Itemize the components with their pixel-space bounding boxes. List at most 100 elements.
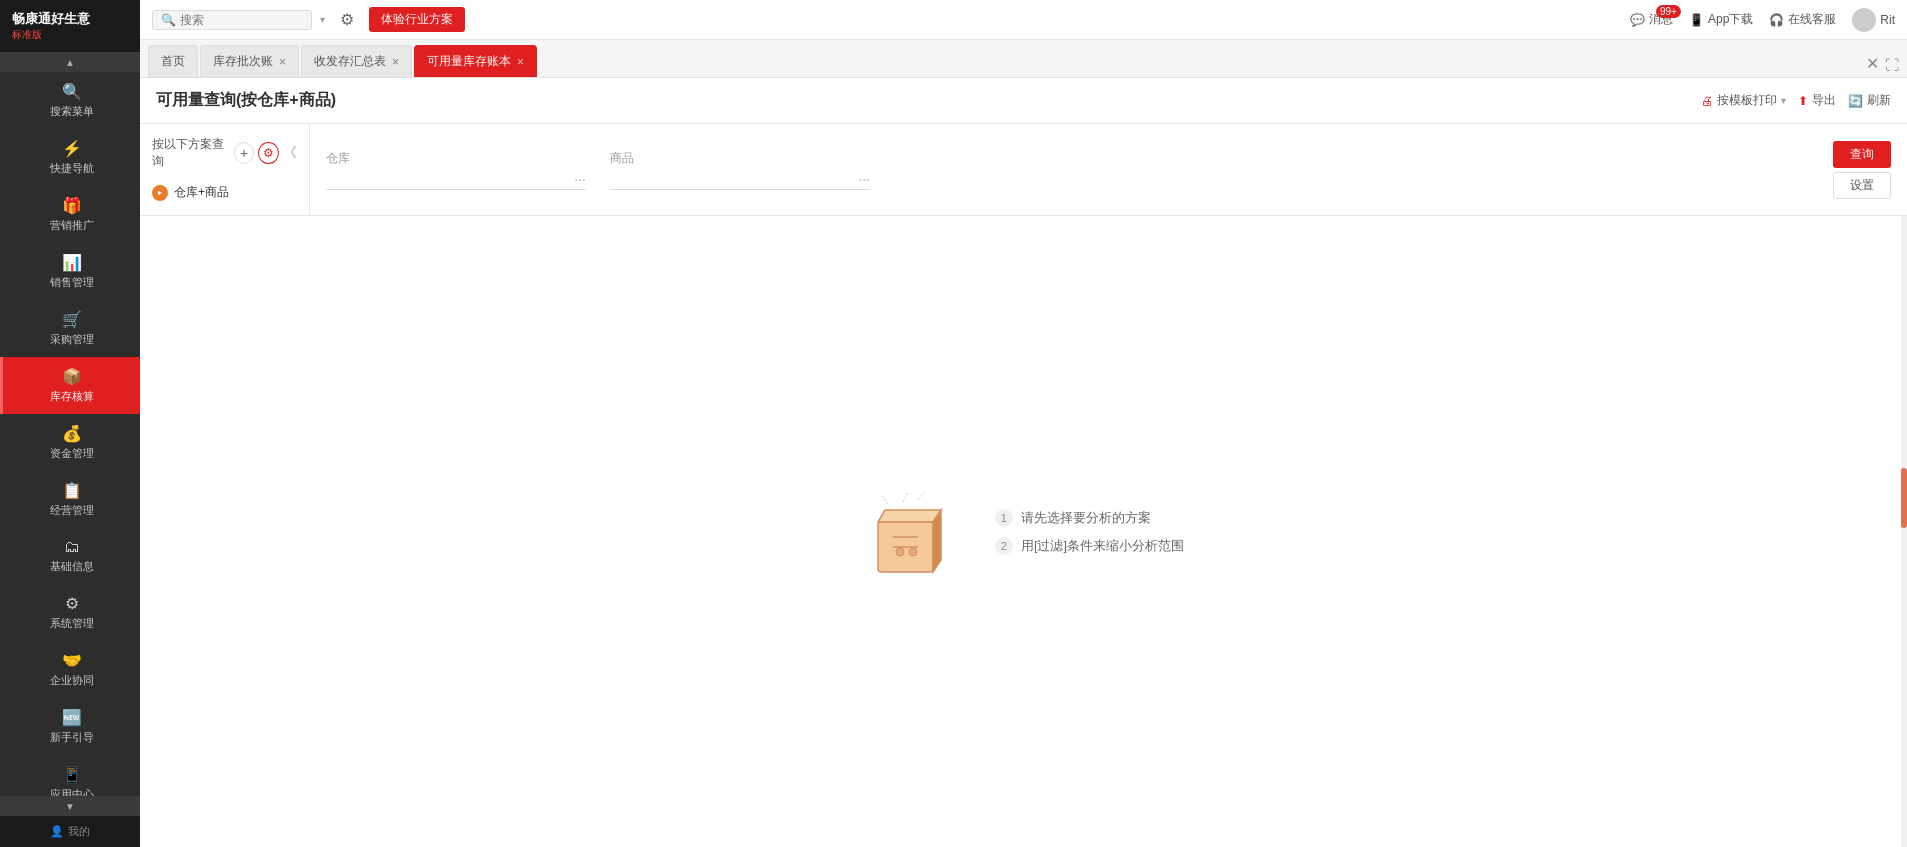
service-button[interactable]: 🎧 在线客服 — [1769, 11, 1836, 28]
search-icon: 🔍 — [161, 13, 176, 27]
sidebar-item-appstore[interactable]: 📱 应用中心 — [0, 755, 140, 796]
goods-more-icon[interactable]: ··· — [858, 171, 870, 187]
avatar — [1852, 8, 1876, 32]
sidebar-scroll-up[interactable]: ▲ — [0, 52, 140, 72]
app-logo: 畅康通好生意 标准版 — [0, 0, 140, 52]
svg-line-10 — [881, 494, 888, 504]
sidebar-item-inventory[interactable]: 📦 库存核算 — [0, 357, 140, 414]
sidebar-item-guide[interactable]: 🆕 新手引导 — [0, 698, 140, 755]
search-dropdown-icon[interactable]: ▾ — [320, 14, 325, 25]
gear-icon: ⚙ — [340, 10, 354, 29]
tab-home[interactable]: 首页 — [148, 45, 198, 77]
sidebar: 畅康通好生意 标准版 ▲ 🔍 搜索菜单 ⚡ 快捷导航 🎁 营销推广 📊 销售管理… — [0, 0, 140, 847]
refresh-icon: 🔄 — [1848, 94, 1863, 108]
sidebar-item-cooperation[interactable]: 🤝 企业协同 — [0, 641, 140, 698]
print-button[interactable]: 🖨 按模板打印 ▾ — [1701, 92, 1786, 109]
filter-actions: 查询 设置 — [1833, 141, 1891, 199]
shortcut-icon: ⚡ — [62, 139, 82, 158]
print-dropdown-icon[interactable]: ▾ — [1781, 95, 1786, 106]
message-button[interactable]: 💬 消息 99+ — [1630, 11, 1673, 28]
goods-input-wrapper: ··· — [610, 171, 870, 190]
sidebar-item-sales[interactable]: 📊 销售管理 — [0, 243, 140, 300]
tab-inventory-summary[interactable]: 收发存汇总表 × — [301, 45, 412, 77]
export-icon: ⬆ — [1798, 94, 1808, 108]
sidebar-item-basic-info[interactable]: 🗂 基础信息 — [0, 528, 140, 584]
search-icon: 🔍 — [62, 82, 82, 101]
print-icon: 🖨 — [1701, 94, 1713, 108]
system-icon: ⚙ — [65, 594, 79, 613]
basic-info-icon: 🗂 — [64, 538, 80, 556]
filter-add-button[interactable]: + — [234, 142, 255, 164]
sidebar-item-system[interactable]: ⚙ 系统管理 — [0, 584, 140, 641]
inventory-icon: 📦 — [62, 367, 82, 386]
topbar: 🔍 ▾ ⚙ 体验行业方案 💬 消息 99+ 📱 App下载 🎧 在线客服 — [140, 0, 1907, 40]
sidebar-item-purchase[interactable]: 🛒 采购管理 — [0, 300, 140, 357]
warehouse-label: 仓库 — [326, 150, 586, 167]
svg-point-7 — [909, 548, 917, 556]
tab-available-inventory-label: 可用量库存账本 — [427, 53, 511, 70]
filter-header: 按以下方案查询 + ⚙ 《 — [140, 132, 309, 178]
query-button[interactable]: 查询 — [1833, 141, 1891, 168]
tabs-close-all-button[interactable]: ✕ — [1866, 54, 1879, 77]
tabs-bar: 首页 库存批次账 × 收发存汇总表 × 可用量库存账本 × ✕ ⛶ — [140, 40, 1907, 78]
user-name: Rit — [1880, 13, 1895, 27]
scrollbar[interactable] — [1901, 216, 1907, 847]
tab-inventory-batch-close[interactable]: × — [279, 55, 286, 69]
hint-text-2: 用[过滤]条件来缩小分析范围 — [1021, 537, 1184, 555]
operations-icon: 📋 — [62, 481, 82, 500]
app-download-button[interactable]: 📱 App下载 — [1689, 11, 1753, 28]
filter-left-panel: 按以下方案查询 + ⚙ 《 仓库+商品 — [140, 124, 310, 215]
goods-input[interactable] — [610, 172, 854, 186]
headset-icon: 🎧 — [1769, 13, 1784, 27]
app-name: 畅康通好生意 — [12, 10, 128, 28]
empty-hints: 1 请先选择要分析的方案 2 用[过滤]条件来缩小分析范围 — [995, 509, 1184, 555]
filter-right-panel: 仓库 ··· 商品 ··· 查询 设置 — [310, 124, 1907, 215]
tab-available-inventory-close[interactable]: × — [517, 55, 524, 69]
tab-inventory-batch[interactable]: 库存批次账 × — [200, 45, 299, 77]
warehouse-field-group: 仓库 ··· — [326, 150, 586, 190]
settings-button[interactable]: 设置 — [1833, 172, 1891, 199]
empty-illustration — [863, 482, 963, 582]
trial-button[interactable]: 体验行业方案 — [369, 7, 465, 32]
tab-inventory-summary-close[interactable]: × — [392, 55, 399, 69]
sidebar-scroll-down[interactable]: ▼ — [0, 796, 140, 816]
sidebar-item-operations[interactable]: 📋 经营管理 — [0, 471, 140, 528]
sidebar-item-search[interactable]: 🔍 搜索菜单 — [0, 72, 140, 129]
sidebar-item-marketing[interactable]: 🎁 营销推广 — [0, 186, 140, 243]
message-icon: 💬 — [1630, 13, 1645, 27]
tab-available-inventory[interactable]: 可用量库存账本 × — [414, 45, 537, 77]
refresh-button[interactable]: 🔄 刷新 — [1848, 92, 1891, 109]
filter-collapse-button[interactable]: 《 — [283, 144, 297, 162]
main-area: 🔍 ▾ ⚙ 体验行业方案 💬 消息 99+ 📱 App下载 🎧 在线客服 — [140, 0, 1907, 847]
svg-marker-2 — [878, 510, 941, 522]
sidebar-bottom[interactable]: 👤 我的 — [0, 816, 140, 847]
tab-inventory-summary-label: 收发存汇总表 — [314, 53, 386, 70]
scrollbar-thumb[interactable] — [1901, 468, 1907, 528]
svg-line-9 — [918, 490, 925, 500]
sales-icon: 📊 — [62, 253, 82, 272]
filter-label: 按以下方案查询 — [152, 136, 230, 170]
search-box[interactable]: 🔍 — [152, 10, 312, 30]
filter-settings-button[interactable]: ⚙ — [258, 142, 279, 164]
goods-field-group: 商品 ··· — [610, 150, 870, 190]
tab-inventory-batch-label: 库存批次账 — [213, 53, 273, 70]
sidebar-nav: 🔍 搜索菜单 ⚡ 快捷导航 🎁 营销推广 📊 销售管理 🛒 采购管理 📦 库存核… — [0, 72, 140, 796]
sidebar-item-finance[interactable]: 💰 资金管理 — [0, 414, 140, 471]
purchase-icon: 🛒 — [62, 310, 82, 329]
gear-button[interactable]: ⚙ — [333, 6, 361, 34]
marketing-icon: 🎁 — [62, 196, 82, 215]
sidebar-item-shortcut[interactable]: ⚡ 快捷导航 — [0, 129, 140, 186]
warehouse-more-icon[interactable]: ··· — [574, 171, 586, 187]
filter-row: 按以下方案查询 + ⚙ 《 仓库+商品 仓库 ··· — [140, 124, 1907, 216]
export-button[interactable]: ⬆ 导出 — [1798, 92, 1836, 109]
hint-num-2: 2 — [995, 537, 1013, 555]
tabs-expand-button[interactable]: ⛶ — [1885, 57, 1899, 77]
user-menu[interactable]: Rit — [1852, 8, 1895, 32]
topbar-right: 💬 消息 99+ 📱 App下载 🎧 在线客服 Rit — [1630, 8, 1895, 32]
warehouse-input[interactable] — [326, 172, 570, 186]
search-input[interactable] — [180, 13, 300, 27]
filter-scheme-item[interactable]: 仓库+商品 — [140, 178, 309, 207]
hint-num-1: 1 — [995, 509, 1013, 527]
svg-line-8 — [903, 492, 908, 502]
svg-point-6 — [896, 548, 904, 556]
